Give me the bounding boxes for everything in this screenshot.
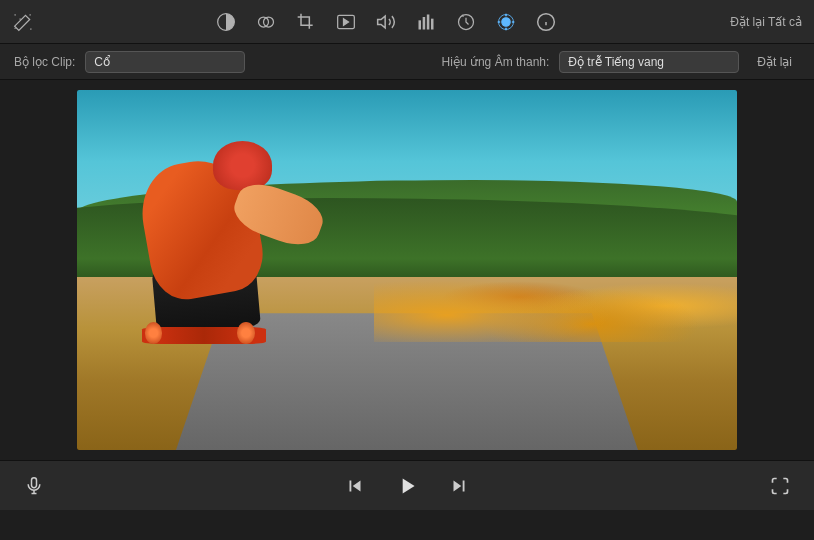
svg-rect-7 — [431, 18, 434, 29]
audio-effect-label: Hiệu ứng Âm thanh: — [442, 55, 550, 69]
wheel-right — [237, 322, 255, 344]
bottom-left-controls — [20, 472, 48, 500]
clip-filter-label: Bộ lọc Clip: — [14, 55, 75, 69]
svg-point-9 — [502, 17, 510, 25]
speed-icon[interactable] — [455, 11, 477, 33]
expand-button[interactable] — [766, 472, 794, 500]
color-balance-icon[interactable] — [215, 11, 237, 33]
eq-icon[interactable] — [415, 11, 437, 33]
video-container — [0, 80, 814, 460]
filter-bar: Bộ lọc Clip: Hiệu ứng Âm thanh: Đặt lại — [0, 44, 814, 80]
svg-rect-6 — [427, 14, 430, 29]
video-background — [77, 90, 737, 450]
previous-frame-button[interactable] — [340, 471, 370, 501]
info-icon[interactable] — [535, 11, 557, 33]
top-toolbar: Đặt lại Tất cả — [0, 0, 814, 44]
crop-icon[interactable] — [295, 11, 317, 33]
audio-icon[interactable] — [375, 11, 397, 33]
clip-filter-input[interactable] — [85, 51, 245, 73]
magic-wand-icon[interactable] — [12, 11, 34, 33]
color-correction-icon[interactable] — [255, 11, 277, 33]
video-frame — [77, 90, 737, 450]
video-overlay-icon[interactable] — [335, 11, 357, 33]
effects-icon[interactable] — [495, 11, 517, 33]
reset-button[interactable]: Đặt lại — [749, 55, 800, 69]
reset-all-button[interactable]: Đặt lại Tất cả — [730, 15, 802, 29]
microphone-button[interactable] — [20, 472, 48, 500]
svg-rect-5 — [423, 17, 426, 30]
audio-effect-input[interactable] — [559, 51, 739, 73]
bottom-controls — [0, 460, 814, 510]
toolbar-left-spacer — [12, 11, 42, 33]
toolbar-icons — [42, 11, 730, 33]
skater-helmet — [213, 141, 272, 190]
svg-rect-4 — [419, 20, 422, 29]
svg-rect-12 — [32, 477, 37, 487]
bottom-center-controls — [340, 469, 474, 503]
skater-figure — [130, 104, 427, 349]
toolbar-right: Đặt lại Tất cả — [730, 15, 802, 29]
play-button[interactable] — [390, 469, 424, 503]
flowers-layer — [374, 252, 737, 342]
bottom-right-controls — [766, 472, 794, 500]
next-frame-button[interactable] — [444, 471, 474, 501]
